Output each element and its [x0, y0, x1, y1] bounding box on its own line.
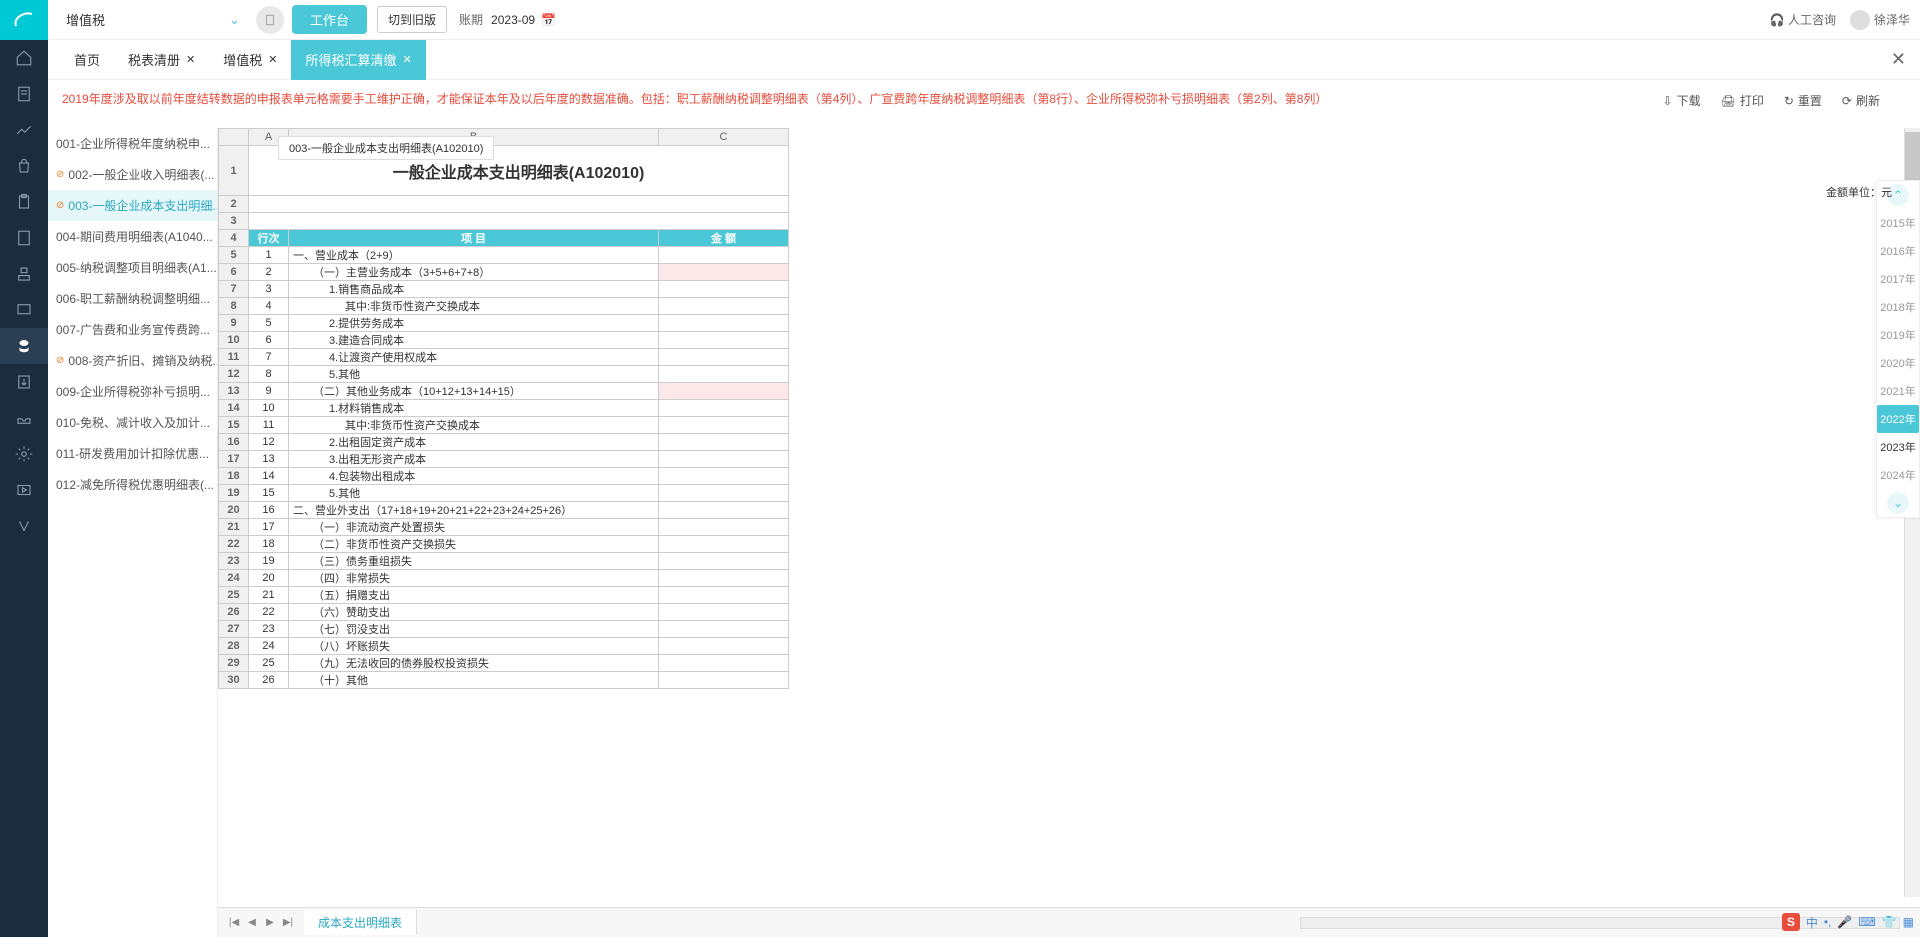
sheet-last[interactable]: ▶| [280, 917, 296, 928]
form-item-1[interactable]: ⊘002-一般企业收入明细表(... [48, 159, 217, 190]
ime-lang[interactable]: 中 [1806, 914, 1818, 931]
nav-chart-icon[interactable] [0, 112, 48, 148]
nav-video-icon[interactable] [0, 472, 48, 508]
sheet-breadcrumb: 003-一般企业成本支出明细表(A102010) [278, 136, 494, 160]
sheet-next[interactable]: ▶ [262, 917, 278, 928]
nav-screen-icon[interactable] [0, 292, 48, 328]
form-item-10[interactable]: 011-研发费用加计扣除优惠... [48, 438, 217, 469]
form-item-11[interactable]: 012-减免所得税优惠明细表(... [48, 469, 217, 500]
year-2024年[interactable]: 2024年 [1877, 461, 1919, 489]
sheet-nav: |◀ ◀ ▶ ▶| [218, 917, 304, 928]
nav-calc-icon[interactable] [0, 220, 48, 256]
ime-bar: S 中 •, 🎤 ⌨ 👕 ▦ [1782, 913, 1914, 931]
app-logo[interactable] [0, 0, 48, 40]
form-item-3[interactable]: 004-期间费用明细表(A1040... [48, 221, 217, 252]
topbar: 增值税 ⌄ 工作台 切到旧版 账期 2023-09 📅 🎧 人工咨询 徐泽华 [48, 0, 1920, 40]
year-down[interactable]: ⌄ [1887, 492, 1909, 514]
period-value: 2023-09 [491, 13, 535, 27]
tab-close-icon[interactable]: ✕ [186, 53, 195, 66]
switch-old-button[interactable]: 切到旧版 [377, 6, 447, 33]
sheet-tab-active[interactable]: 成本支出明细表 [304, 910, 417, 935]
form-item-2[interactable]: ⊘003-一般企业成本支出明细... [48, 190, 217, 221]
form-item-8[interactable]: 009-企业所得税弥补亏损明... [48, 376, 217, 407]
tab-1[interactable]: 税表清册✕ [114, 40, 209, 80]
spreadsheet: ≪ 003-一般企业成本支出明细表(A102010) 金额单位：元 ABC1一般… [218, 128, 1920, 937]
tax-type-dropdown[interactable]: 增值税 ⌄ [58, 6, 248, 34]
year-2021年[interactable]: 2021年 [1877, 377, 1919, 405]
sheet-prev[interactable]: ◀ [244, 917, 260, 928]
form-item-0[interactable]: 001-企业所得税年度纳税申... [48, 128, 217, 159]
form-item-4[interactable]: 005-纳税调整项目明细表(A1... [48, 252, 217, 283]
support-link[interactable]: 🎧 人工咨询 [1770, 11, 1836, 28]
dropdown-label: 增值税 [66, 10, 105, 29]
user-menu[interactable]: 徐泽华 [1850, 10, 1910, 30]
tab-close-icon[interactable]: ✕ [403, 53, 412, 66]
warn-icon: ⊘ [56, 169, 64, 180]
nav-active-icon[interactable] [0, 328, 48, 364]
nav-doc-icon[interactable] [0, 76, 48, 112]
tab-close-icon[interactable]: ✕ [268, 53, 277, 66]
ime-keyboard-icon[interactable]: ⌨ [1858, 915, 1875, 929]
tab-2[interactable]: 增值税✕ [209, 40, 291, 80]
close-all-tabs[interactable]: ✕ [1891, 49, 1906, 70]
page-tabs: 首页税表清册✕增值税✕所得税汇算清缴✕ ✕ [48, 40, 1920, 80]
ime-punct[interactable]: •, [1824, 915, 1832, 929]
ime-mic-icon[interactable]: 🎤 [1837, 915, 1852, 929]
chevron-down-icon: ⌄ [229, 12, 240, 28]
warn-icon: ⊘ [56, 355, 64, 366]
period-label: 账期 [459, 11, 483, 28]
print-button[interactable]: 🖨 打印 [1721, 92, 1764, 109]
nav-stamp-icon[interactable] [0, 256, 48, 292]
year-2017年[interactable]: 2017年 [1877, 265, 1919, 293]
warn-icon: ⊘ [56, 200, 64, 211]
doc-round-button[interactable] [256, 6, 284, 34]
form-item-7[interactable]: ⊘008-资产折旧、摊销及纳税... [48, 345, 217, 376]
ime-skin-icon[interactable]: 👕 [1882, 915, 1897, 929]
unit-label: 金额单位：元 [1826, 184, 1892, 200]
year-2016年[interactable]: 2016年 [1877, 237, 1919, 265]
download-button[interactable]: ⇩ 下载 [1663, 92, 1701, 109]
year-2020年[interactable]: 2020年 [1877, 349, 1919, 377]
nav-clipboard-icon[interactable] [0, 184, 48, 220]
year-2023年[interactable]: 2023年 [1877, 433, 1919, 461]
workbench-button[interactable]: 工作台 [292, 5, 367, 34]
nav-settings-icon[interactable] [0, 436, 48, 472]
nav-v-icon[interactable] [0, 508, 48, 544]
year-selector: ⌃ 2015年2016年2017年2018年2019年2020年2021年202… [1876, 180, 1920, 518]
sheet-first[interactable]: |◀ [226, 917, 242, 928]
ime-logo[interactable]: S [1782, 913, 1800, 931]
nav-export-icon[interactable] [0, 364, 48, 400]
form-item-6[interactable]: 007-广告费和业务宣传费跨... [48, 314, 217, 345]
form-item-5[interactable]: 006-职工薪酬纳税调整明细... [48, 283, 217, 314]
tab-0[interactable]: 首页 [60, 40, 114, 80]
form-list: 001-企业所得税年度纳税申...⊘002-一般企业收入明细表(...⊘003-… [48, 128, 218, 937]
warning-text: 2019年度涉及取以前年度结转数据的申报表单元格需要手工维护正确，才能保证本年及… [62, 90, 1640, 109]
ime-menu-icon[interactable]: ▦ [1903, 915, 1914, 929]
year-2015年[interactable]: 2015年 [1877, 209, 1919, 237]
username: 徐泽华 [1874, 11, 1910, 28]
calendar-icon[interactable]: 📅 [541, 13, 556, 27]
avatar [1850, 10, 1870, 30]
left-sidebar [0, 0, 48, 937]
year-2018年[interactable]: 2018年 [1877, 293, 1919, 321]
action-bar: ⇩ 下载 🖨 打印 ↻ 重置 ⟳ 刷新 [1663, 92, 1880, 109]
nav-home-icon[interactable] [0, 40, 48, 76]
form-item-9[interactable]: 010-免税、减计收入及加计... [48, 407, 217, 438]
tab-3[interactable]: 所得税汇算清缴✕ [291, 40, 425, 80]
content-area: 2019年度涉及取以前年度结转数据的申报表单元格需要手工维护正确，才能保证本年及… [48, 80, 1920, 937]
grid[interactable]: ABC1一般企业成本支出明细表(A102010)234行次项 目金 额51一、营… [218, 128, 1900, 897]
sheet-tabs: |◀ ◀ ▶ ▶| 成本支出明细表 [218, 907, 1920, 937]
refresh-button[interactable]: ⟳ 刷新 [1842, 92, 1880, 109]
nav-bag-icon[interactable] [0, 148, 48, 184]
reset-button[interactable]: ↻ 重置 [1784, 92, 1822, 109]
year-2019年[interactable]: 2019年 [1877, 321, 1919, 349]
nav-inbox-icon[interactable] [0, 400, 48, 436]
year-2022年[interactable]: 2022年 [1877, 405, 1919, 433]
